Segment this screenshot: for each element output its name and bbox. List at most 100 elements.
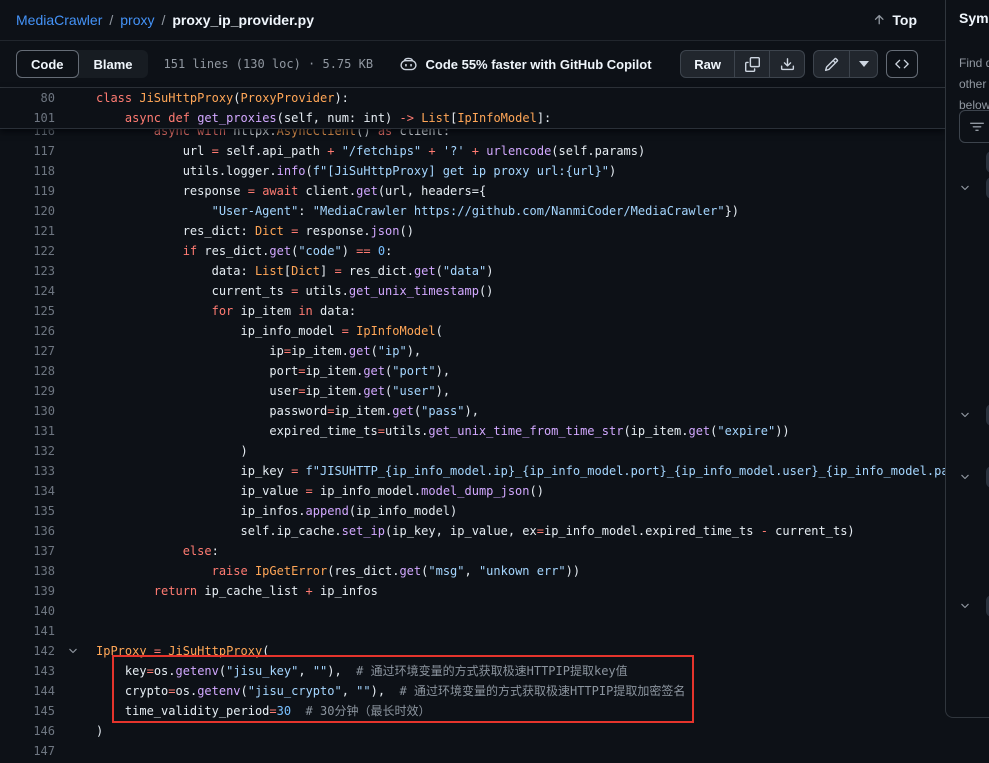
code-line: 129 user=ip_item.get("user"), (0, 381, 945, 401)
code-text: ip=ip_item.get("ip"), (96, 341, 421, 361)
line-number[interactable]: 127 (0, 341, 55, 361)
line-number[interactable]: 129 (0, 381, 55, 401)
code-text: async def get_proxies(self, num: int) ->… (96, 108, 551, 128)
code-text: password=ip_item.get("pass"), (96, 401, 479, 421)
code-text: ) (96, 721, 103, 741)
line-number[interactable]: 118 (0, 161, 55, 181)
chevron-down-icon[interactable] (959, 409, 971, 421)
line-number[interactable]: 145 (0, 701, 55, 721)
code-panel-toggle-icon (895, 57, 909, 71)
edit-dropdown-button[interactable] (849, 51, 877, 77)
copilot-icon (400, 56, 417, 73)
chevron-down-icon[interactable] (959, 600, 971, 612)
line-number[interactable]: 131 (0, 421, 55, 441)
gutter (55, 701, 96, 721)
line-number[interactable]: 136 (0, 521, 55, 541)
gutter (55, 441, 96, 461)
symbols-panel-title: Symbols (959, 10, 989, 26)
code-text: port=ip_item.get("port"), (96, 361, 450, 381)
chevron-down-icon[interactable] (959, 471, 971, 483)
line-number[interactable]: 141 (0, 621, 55, 641)
tab-code[interactable]: Code (16, 50, 79, 78)
code-line: 122 if res_dict.get("code") == 0: (0, 241, 945, 261)
breadcrumb-folder-link[interactable]: proxy (120, 12, 154, 28)
line-number[interactable]: 134 (0, 481, 55, 501)
code-line: 144 crypto=os.getenv("jisu_crypto", ""),… (0, 681, 945, 701)
line-number[interactable]: 124 (0, 281, 55, 301)
code-line: 145 time_validity_period=30 # 30分钟（最长时效） (0, 701, 945, 721)
line-number[interactable]: 117 (0, 141, 55, 161)
code-text: ip_infos.append(ip_info_model) (96, 501, 457, 521)
code-line: 147 (0, 741, 945, 761)
code-text: user=ip_item.get("user"), (96, 381, 450, 401)
line-number[interactable]: 139 (0, 581, 55, 601)
symbol-row (959, 177, 989, 199)
gutter (55, 361, 96, 381)
symbols-panel-toggle-button[interactable] (886, 50, 918, 78)
line-number[interactable]: 132 (0, 441, 55, 461)
line-number[interactable]: 80 (0, 88, 55, 108)
code-line: 140 (0, 601, 945, 621)
gutter (55, 621, 96, 641)
download-icon (780, 57, 795, 72)
line-number[interactable]: 138 (0, 561, 55, 581)
breadcrumb-separator: / (109, 12, 113, 28)
code-line: 116 async with httpx.AsyncClient() as cl… (0, 129, 945, 141)
code-line: 124 current_ts = utils.get_unix_timestam… (0, 281, 945, 301)
line-number[interactable]: 126 (0, 321, 55, 341)
code-line: 128 port=ip_item.get("port"), (0, 361, 945, 381)
line-number[interactable]: 144 (0, 681, 55, 701)
pencil-icon (824, 57, 839, 72)
caret-down-icon (859, 61, 869, 67)
line-number[interactable]: 128 (0, 361, 55, 381)
line-number[interactable]: 101 (0, 108, 55, 128)
code-line: 123 data: List[Dict] = res_dict.get("dat… (0, 261, 945, 281)
gutter (55, 581, 96, 601)
code-line: 126 ip_info_model = IpInfoModel( (0, 321, 945, 341)
code-text: current_ts = utils.get_unix_timestamp() (96, 281, 493, 301)
line-number[interactable]: 143 (0, 661, 55, 681)
chevron-down-icon[interactable] (959, 182, 971, 194)
tab-blame[interactable]: Blame (79, 50, 148, 78)
symbols-filter-input[interactable] (959, 110, 989, 143)
code-text: ip_value = ip_info_model.model_dump_json… (96, 481, 544, 501)
symbols-panel: Symbols Find definitions and references … (945, 0, 989, 718)
code-line: 143 key=os.getenv("jisu_key", ""), # 通过环… (0, 661, 945, 681)
line-number[interactable]: 122 (0, 241, 55, 261)
collapse-chevron-icon[interactable] (67, 645, 79, 657)
gutter (55, 721, 96, 741)
line-number[interactable]: 146 (0, 721, 55, 741)
line-number[interactable]: 119 (0, 181, 55, 201)
line-number[interactable]: 121 (0, 221, 55, 241)
code-text: IpProxy = JiSuHttpProxy( (96, 641, 269, 661)
line-number[interactable]: 135 (0, 501, 55, 521)
code-body: 117 url = self.api_path + "/fetchips" + … (0, 141, 945, 761)
raw-button[interactable]: Raw (681, 51, 734, 77)
line-number[interactable]: 130 (0, 401, 55, 421)
line-number[interactable]: 125 (0, 301, 55, 321)
line-number[interactable]: 142 (0, 641, 55, 661)
gutter (55, 541, 96, 561)
line-number[interactable]: 133 (0, 461, 55, 481)
line-number[interactable]: 123 (0, 261, 55, 281)
gutter (55, 281, 96, 301)
line-number[interactable]: 116 (0, 129, 55, 141)
download-button[interactable] (769, 51, 804, 77)
gutter (55, 221, 96, 241)
line-number[interactable]: 147 (0, 741, 55, 761)
gutter (55, 421, 96, 441)
gutter (55, 641, 96, 661)
line-number[interactable]: 137 (0, 541, 55, 561)
gutter (55, 661, 96, 681)
code-line: 131 expired_time_ts=utils.get_unix_time_… (0, 421, 945, 441)
copilot-banner: Code 55% faster with GitHub Copilot (400, 56, 651, 73)
line-number[interactable]: 140 (0, 601, 55, 621)
line-number[interactable]: 120 (0, 201, 55, 221)
filter-icon (970, 120, 984, 134)
breadcrumb-repo-link[interactable]: MediaCrawler (16, 12, 102, 28)
symbols-desc-line: other symbols in this file by clicking a… (959, 74, 989, 95)
scroll-to-top-button[interactable]: Top (872, 12, 917, 28)
code-blame-switch: Code Blame (16, 50, 148, 78)
copy-button[interactable] (734, 51, 769, 77)
edit-button[interactable] (814, 51, 849, 77)
